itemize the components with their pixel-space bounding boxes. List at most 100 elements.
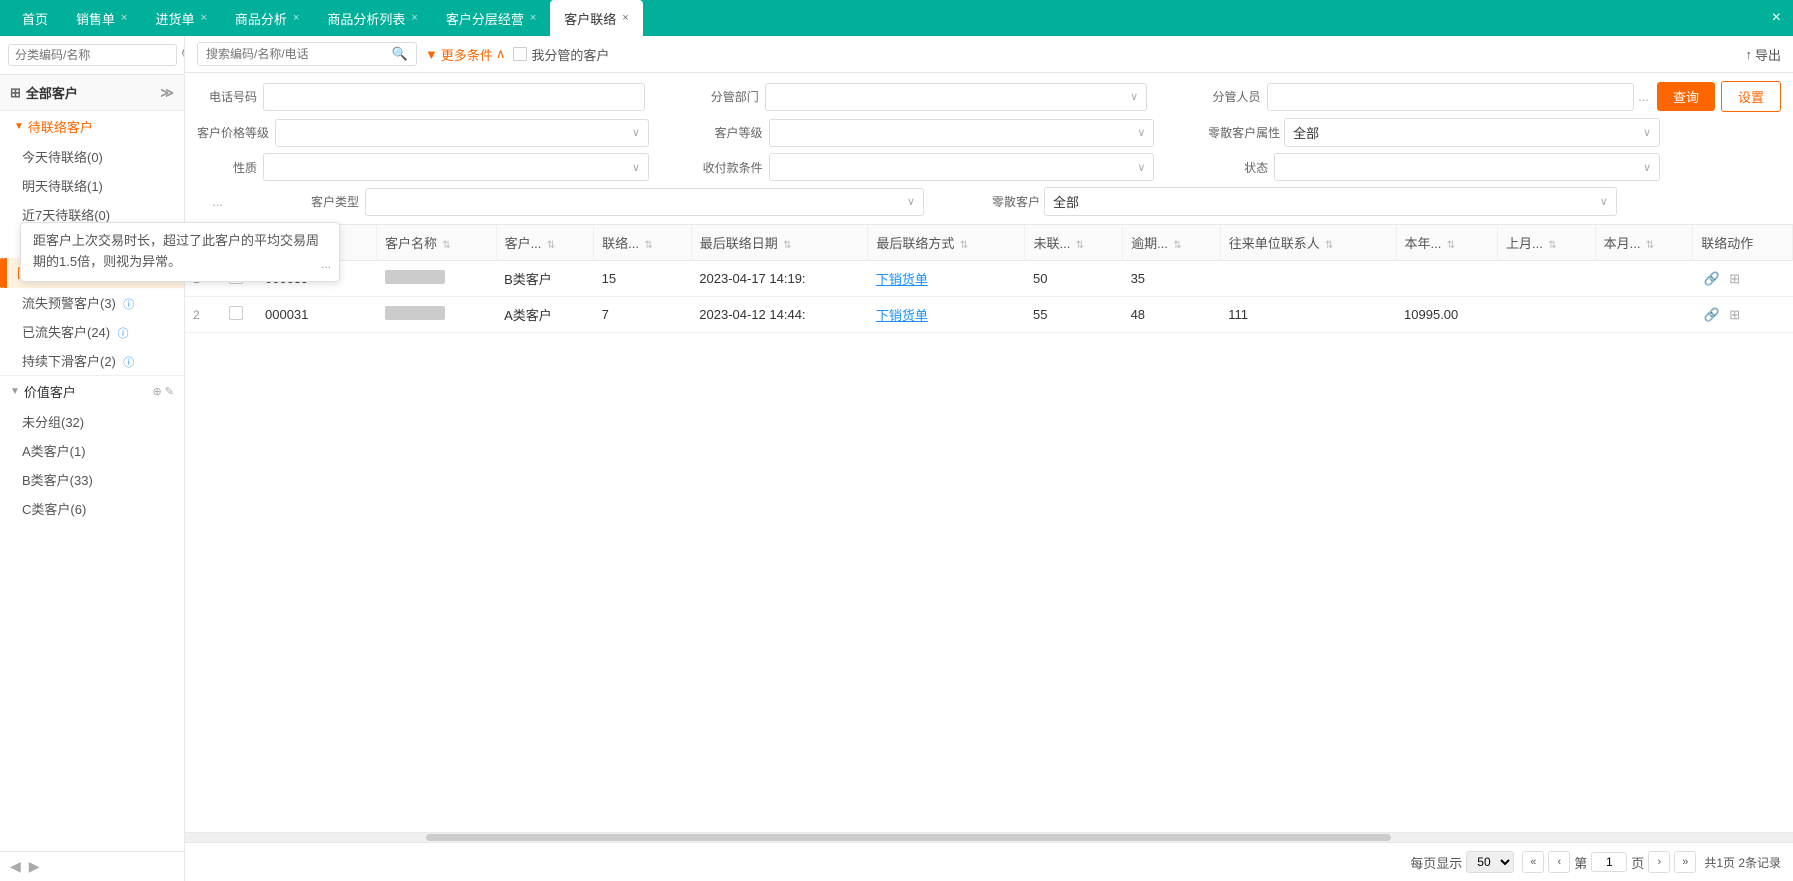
scrollbar-thumb[interactable] [426,834,1391,841]
person-more-icon[interactable]: ... [1638,89,1649,104]
close-analysis-list-icon[interactable]: × [411,12,417,24]
customer-grade-select[interactable]: ∨ [769,119,1155,147]
row1-this-year [1396,261,1497,297]
query-button[interactable]: 查询 [1657,82,1715,111]
nav-item-customer-tier[interactable]: 客户分层经营 × [432,0,550,36]
page-number-input[interactable] [1591,852,1627,872]
filter-icon: ▼ [425,47,438,62]
price-grade-field: 客户价格等级 ∨ [197,119,649,147]
customer-grade-label: 客户等级 [703,124,763,141]
th-last-contact-method: 最后联络方式 ⇅ [868,225,1025,261]
nav-item-customer-contact[interactable]: 客户联络 × [550,0,642,36]
gender-select[interactable]: ∨ [263,153,649,181]
retail-select[interactable]: 全部 ∨ [1044,187,1617,216]
nav-item-sales[interactable]: 销售单 × [62,0,141,36]
gender-field: 性质 ∨ [197,153,649,181]
status-arrow-icon: ∨ [1643,161,1651,174]
price-grade-label: 客户价格等级 [197,124,269,141]
sidebar-item-lost[interactable]: 已流失客户(24) ⓘ [0,317,184,346]
pending-group-header[interactable]: ▼ 待联络客户 [0,111,184,142]
first-page-button[interactable]: « [1522,851,1544,873]
row2-num: 2 [185,297,221,333]
sidebar-item-c-class[interactable]: C类客户(6) [0,494,184,523]
row1-more-icon[interactable]: ⊞ [1729,271,1740,286]
export-button[interactable]: ↑ 导出 [1745,45,1781,64]
close-customer-tier-icon[interactable]: × [530,12,536,24]
person-select[interactable] [1267,83,1635,111]
sort-date-icon[interactable]: ⇅ [783,240,791,251]
sort-person-icon[interactable]: ⇅ [1325,240,1333,251]
sidebar-item-b-class[interactable]: B类客户(33) [0,465,184,494]
retail-label: 零散客户 [992,193,1040,210]
row1-actions: 🔗 ⊞ [1693,261,1793,297]
close-purchase-icon[interactable]: × [200,12,206,24]
sidebar-scroll-right-icon[interactable]: ▶ [29,858,40,875]
value-customer-group-header[interactable]: ▼ 价值客户 ⊕ ✎ [0,375,184,407]
close-sales-icon[interactable]: × [121,12,127,24]
retail-attr-field: 零散客户属性 全部 ∨ [1208,118,1660,147]
edit-value-icon[interactable]: ⊕ ✎ [153,385,175,398]
sort-overdue-icon[interactable]: ⇅ [1173,240,1181,251]
more-conditions-button[interactable]: ▼ 更多条件 ∧ [425,45,505,64]
sidebar-item-ungroup[interactable]: 未分组(32) [0,407,184,436]
nav-item-analysis-list[interactable]: 商品分析列表 × [313,0,431,36]
sort-type-icon[interactable]: ⇅ [547,240,555,251]
next-page-button[interactable]: › [1648,851,1670,873]
sort-tmonth-icon[interactable]: ⇅ [1646,240,1654,251]
last-page-button[interactable]: » [1674,851,1696,873]
th-this-year: 本年... ⇅ [1396,225,1497,261]
row2-link-icon[interactable]: 🔗 [1704,307,1720,322]
row2-more-icon[interactable]: ⊞ [1729,307,1740,322]
sidebar-item-a-class[interactable]: A类客户(1) [0,436,184,465]
nav-item-analysis[interactable]: 商品分析 × [221,0,313,36]
price-grade-select[interactable]: ∨ [275,119,649,147]
dept-select[interactable]: ∨ [765,83,1147,111]
main-search-icon[interactable]: 🔍 [392,46,408,62]
per-page-select[interactable]: 50 [1466,851,1514,873]
page-label: 第 [1574,853,1587,872]
retail-attr-select[interactable]: 全部 ∨ [1284,118,1660,147]
sort-name-icon[interactable]: ⇅ [442,240,450,251]
status-select[interactable]: ∨ [1274,153,1660,181]
all-customers-header[interactable]: ⊞ 全部客户 ≫ [0,75,184,111]
table-wrap[interactable]: ⚙ 客户编码 ⇅ 客户名称 ⇅ [185,225,1793,832]
row1-link-icon[interactable]: 🔗 [1704,271,1720,286]
horizontal-scrollbar[interactable] [185,832,1793,842]
sidebar-search-input[interactable] [8,44,177,66]
chevron-up-icon: ∧ [496,46,506,62]
collapse-sidebar-icon[interactable]: ≫ [160,85,174,101]
person-field: 分管人员 ... [1201,83,1649,111]
page-suffix: 页 [1631,853,1644,872]
th-overdue: 逾期... ⇅ [1123,225,1221,261]
sidebar-scroll-left-icon[interactable]: ◀ [10,858,21,875]
row1-contact-count: 15 [594,261,692,297]
sort-lmonth-icon[interactable]: ⇅ [1548,240,1556,251]
settings-button[interactable]: 设置 [1721,81,1781,112]
prev-page-button[interactable]: ‹ [1548,851,1570,873]
sort-method-icon[interactable]: ⇅ [960,240,968,251]
sidebar-item-declining[interactable]: 持续下滑客户(2) ⓘ [0,346,184,375]
row4-dots-icon[interactable]: ... [212,194,223,209]
sidebar-item-today-pending[interactable]: 今天待联络(0) [0,142,184,171]
sidebar-item-lost-preview[interactable]: 流失预警客户(3) ⓘ [0,288,184,317]
row2-overdue: 48 [1123,297,1221,333]
nav-item-home[interactable]: 首页 [8,0,62,36]
phone-input[interactable] [263,83,645,111]
nav-item-purchase[interactable]: 进货单 × [141,0,220,36]
my-customer-checkbox[interactable] [513,47,527,61]
sort-unlinked-icon[interactable]: ⇅ [1076,240,1084,251]
close-customer-contact-icon[interactable]: × [622,12,628,24]
close-all-tabs-button[interactable]: × [1772,9,1781,27]
sort-contact-icon[interactable]: ⇅ [644,240,652,251]
close-analysis-icon[interactable]: × [293,12,299,24]
retail-field: 零散客户 全部 ∨ [992,187,1617,216]
sort-year-icon[interactable]: ⇅ [1447,240,1455,251]
main-search-input[interactable] [206,47,392,61]
row1-last-month [1498,261,1596,297]
row1-this-month [1595,261,1693,297]
customer-type-select[interactable]: ∨ [365,188,924,216]
payment-select[interactable]: ∨ [769,153,1155,181]
sidebar-item-tomorrow-pending[interactable]: 明天待联络(1) [0,171,184,200]
row2-select-checkbox[interactable] [229,306,243,320]
row2-last-date: 2023-04-12 14:44: [691,297,868,333]
